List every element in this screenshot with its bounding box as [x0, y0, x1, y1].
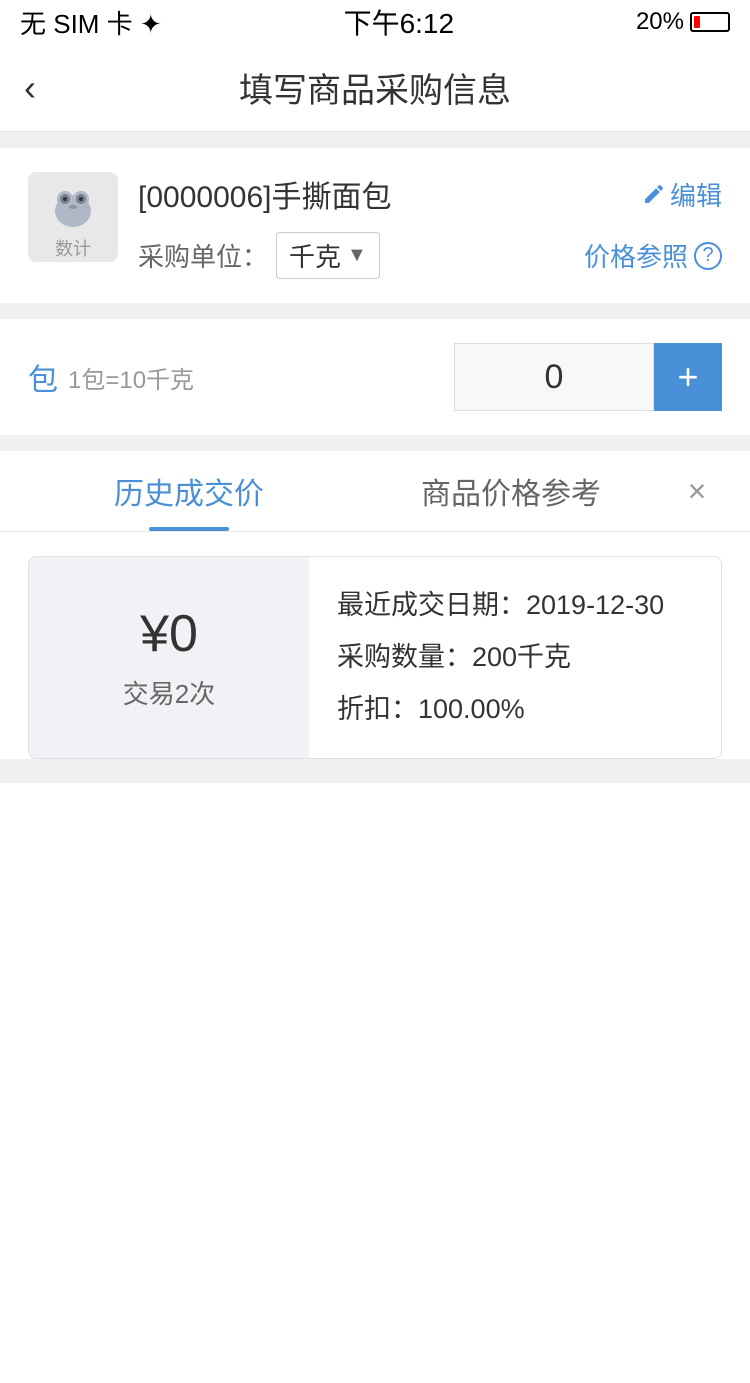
recent-date-label: 最近成交日期： — [337, 590, 526, 620]
unit-select-dropdown[interactable]: 千克 ▼ — [276, 232, 380, 279]
product-top-row: [0000006]手撕面包 编辑 — [138, 172, 722, 216]
quantity-label: 包 1包=10千克 — [28, 355, 194, 399]
recent-date-value: 2019-12-30 — [526, 590, 664, 620]
tab-product-price-ref[interactable]: 商品价格参考 — [350, 451, 672, 531]
help-icon: ? — [694, 242, 722, 270]
discount-value: 100.00% — [418, 694, 525, 724]
status-right: 20% — [636, 8, 730, 36]
product-info: [0000006]手撕面包 编辑 采购单位： 千克 ▼ 价格 — [138, 172, 722, 279]
status-bar: 无 SIM 卡 ✦ 下午6:12 20% — [0, 0, 750, 44]
purchase-qty-value: 200千克 — [472, 642, 571, 672]
discount-label: 折扣： — [337, 694, 418, 724]
tab-history-price[interactable]: 历史成交价 — [28, 451, 350, 531]
chevron-down-icon: ▼ — [347, 244, 367, 267]
product-image: 数计 — [28, 172, 118, 262]
purchase-qty-label: 采购数量： — [337, 642, 472, 672]
tabs-header: 历史成交价 商品价格参考 × — [0, 451, 750, 532]
status-left: 无 SIM 卡 ✦ — [20, 4, 162, 41]
history-purchase-qty: 采购数量：200千克 — [337, 639, 693, 677]
history-transactions: 交易2次 — [123, 674, 215, 711]
history-discount: 折扣：100.00% — [337, 691, 693, 729]
quantity-unit-badge: 包 — [28, 355, 58, 399]
unit-value: 千克 — [289, 237, 341, 274]
history-right-panel: 最近成交日期：2019-12-30 采购数量：200千克 折扣：100.00% — [309, 557, 721, 758]
price-reference-button[interactable]: 价格参照 ? — [584, 237, 722, 274]
product-card: 数计 [0000006]手撕面包 编辑 采购单位： 千克 ▼ — [0, 148, 750, 303]
edit-icon — [642, 182, 666, 206]
product-name: [0000006]手撕面包 — [138, 172, 391, 216]
product-logo-icon — [43, 173, 103, 233]
quantity-input[interactable] — [454, 343, 654, 411]
unit-label: 采购单位： 千克 ▼ — [138, 232, 380, 279]
history-left-panel: ¥0 交易2次 — [29, 557, 309, 758]
back-button[interactable]: ‹ — [24, 67, 36, 109]
page-title: 填写商品采购信息 — [239, 63, 511, 112]
quantity-plus-button[interactable]: + — [654, 343, 722, 411]
product-header: 数计 [0000006]手撕面包 编辑 采购单位： 千克 ▼ — [28, 172, 722, 279]
price-ref-label: 价格参照 — [584, 237, 688, 274]
tab-close-button[interactable]: × — [672, 466, 722, 516]
edit-button[interactable]: 编辑 — [642, 176, 722, 213]
quantity-conversion: 1包=10千克 — [68, 360, 194, 395]
battery-percent: 20% — [636, 8, 684, 36]
quantity-input-group: + — [454, 343, 722, 411]
bottom-area — [0, 783, 750, 1383]
tabs-container: 历史成交价 商品价格参考 × ¥0 交易2次 最近成交日期：2019-12-30… — [0, 451, 750, 759]
product-unit-row: 采购单位： 千克 ▼ 价格参照 ? — [138, 232, 722, 279]
battery-icon — [690, 12, 730, 32]
quantity-row: 包 1包=10千克 + — [0, 319, 750, 435]
nav-bar: ‹ 填写商品采购信息 — [0, 44, 750, 132]
edit-label: 编辑 — [670, 176, 722, 213]
history-price: ¥0 — [140, 604, 198, 664]
history-recent-date: 最近成交日期：2019-12-30 — [337, 587, 693, 625]
status-time: 下午6:12 — [344, 2, 455, 42]
history-card: ¥0 交易2次 最近成交日期：2019-12-30 采购数量：200千克 折扣：… — [28, 556, 722, 759]
